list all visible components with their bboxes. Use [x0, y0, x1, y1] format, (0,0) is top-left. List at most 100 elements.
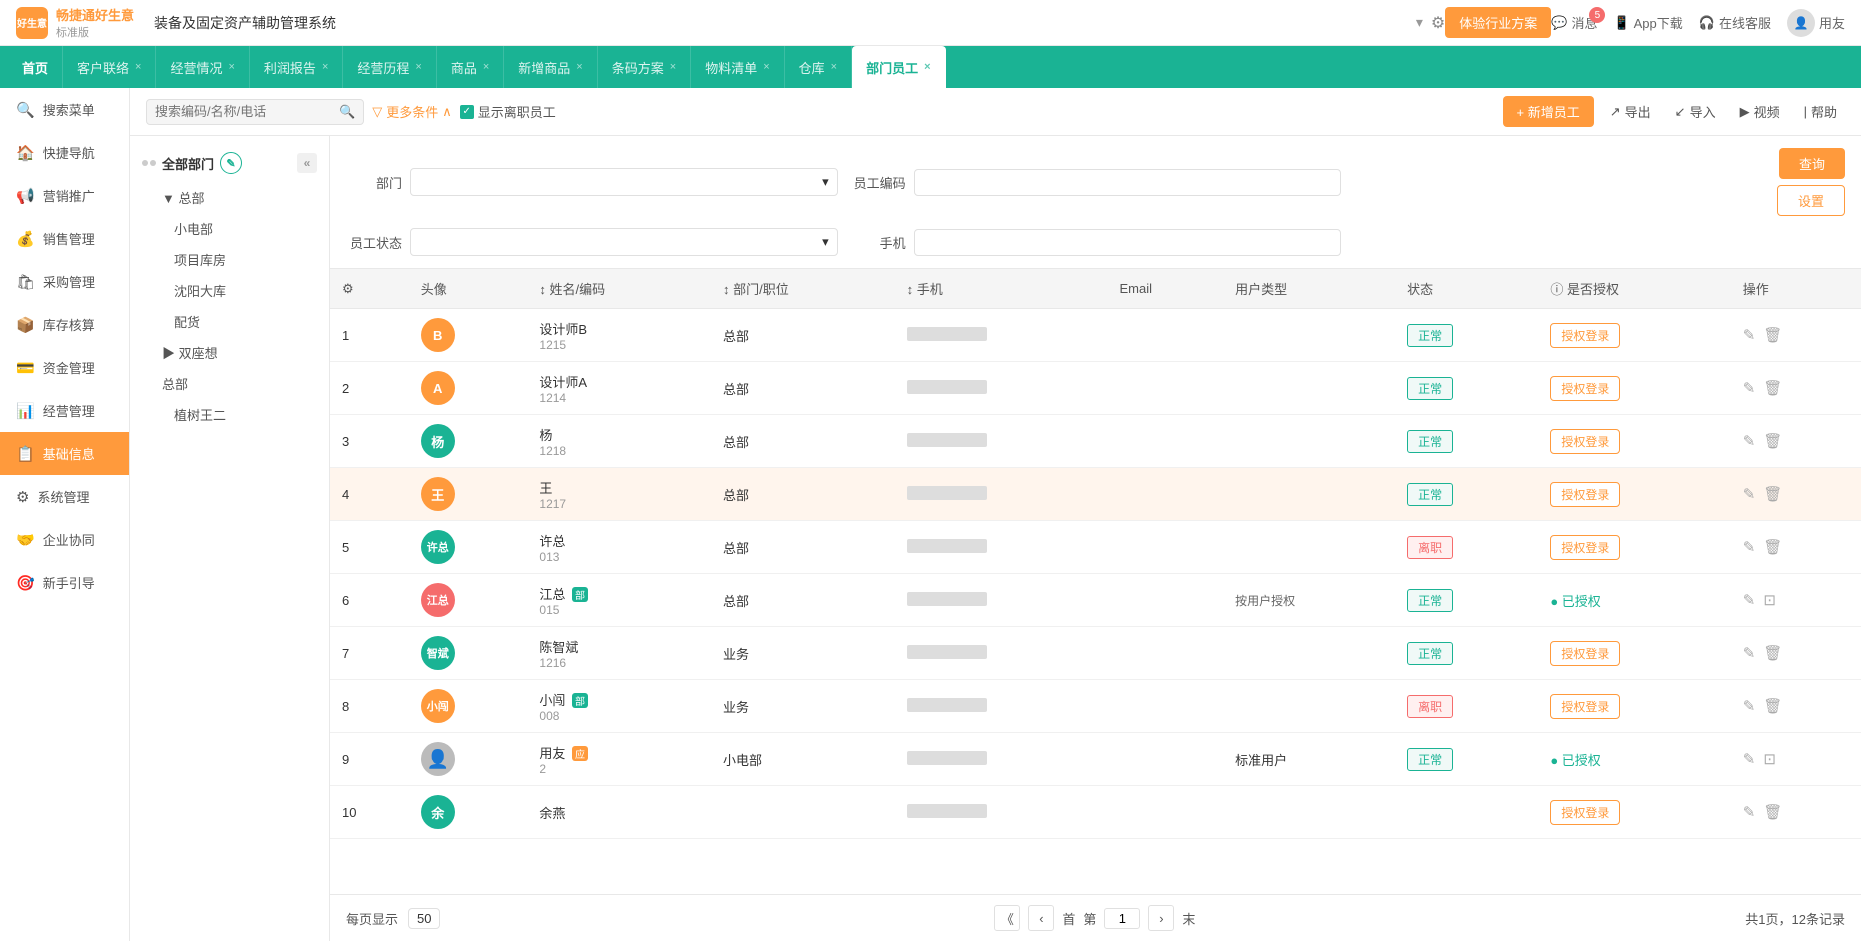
tree-node-zhishu[interactable]: 植树王二: [130, 399, 329, 430]
tab-profit[interactable]: 利润报告 ×: [250, 46, 343, 88]
sidebar-item-nav[interactable]: 🏠 快捷导航: [0, 131, 129, 174]
edit-icon[interactable]: ✎: [1743, 485, 1756, 503]
edit-icon[interactable]: ✎: [1743, 538, 1756, 556]
sidebar-item-guide[interactable]: 🎯 新手引导: [0, 561, 129, 604]
col-name[interactable]: ↕ 姓名/编码: [527, 269, 711, 309]
close-icon[interactable]: ×: [322, 61, 328, 73]
edit-icon[interactable]: ✎: [1743, 379, 1756, 397]
delete-icon[interactable]: 🗑: [1763, 379, 1782, 397]
status-select[interactable]: ▾: [410, 228, 838, 256]
delete-icon[interactable]: 🗑: [1763, 326, 1782, 344]
trial-button[interactable]: 体验行业方案: [1445, 7, 1551, 38]
edit-icon[interactable]: ✎: [1743, 644, 1756, 662]
tab-employee[interactable]: 部门员工 ×: [852, 46, 945, 88]
tree-node-project[interactable]: 项目库房: [130, 244, 329, 275]
close-icon[interactable]: ×: [576, 61, 582, 73]
sidebar-item-search[interactable]: 🔍 搜索菜单: [0, 88, 129, 131]
search-input[interactable]: [155, 104, 335, 119]
tree-node-zongbu2[interactable]: 总部: [130, 368, 329, 399]
prev-page-btn[interactable]: ‹: [1028, 905, 1054, 931]
tab-home[interactable]: 首页: [8, 46, 63, 88]
auth-login-button[interactable]: 授权登录: [1550, 376, 1620, 401]
delete-icon[interactable]: 🗑: [1763, 432, 1782, 450]
sidebar-item-purchase[interactable]: 🛍 采购管理: [0, 260, 129, 303]
sidebar-item-inventory[interactable]: 📦 库存核算: [0, 303, 129, 346]
per-page-value[interactable]: 50: [408, 908, 440, 929]
app-download-item[interactable]: 📱 App下载: [1613, 13, 1682, 32]
tree-node-xiaodian[interactable]: 小电部: [130, 213, 329, 244]
tab-bom[interactable]: 物料清单 ×: [691, 46, 784, 88]
sidebar-item-system[interactable]: ⚙ 系统管理: [0, 475, 129, 518]
tree-node-shuangzuo[interactable]: ▶ 双座想: [130, 337, 329, 368]
sidebar-item-finance[interactable]: 💳 资金管理: [0, 346, 129, 389]
more-filter-btn[interactable]: ▽ 更多条件 ∧: [372, 102, 452, 121]
delete-icon[interactable]: 🗑: [1763, 803, 1782, 821]
edit-icon[interactable]: ✎: [1743, 326, 1756, 344]
empcode-input[interactable]: [914, 169, 1342, 196]
delete-icon[interactable]: 🗑: [1763, 697, 1782, 715]
settings-icon[interactable]: ⚙: [1431, 13, 1445, 33]
close-icon[interactable]: ×: [135, 61, 141, 73]
page-number-input[interactable]: [1104, 908, 1140, 929]
tab-customer[interactable]: 客户联络 ×: [63, 46, 156, 88]
sidebar-item-sales[interactable]: 💰 销售管理: [0, 217, 129, 260]
col-dept[interactable]: ↕ 部门/职位: [711, 269, 895, 309]
tab-barcode[interactable]: 条码方案 ×: [598, 46, 691, 88]
sidebar-item-marketing[interactable]: 📢 营销推广: [0, 174, 129, 217]
add-employee-button[interactable]: + 新增员工: [1503, 96, 1594, 127]
sidebar-item-basic[interactable]: 📋 基础信息: [0, 432, 129, 475]
export-btn[interactable]: ↗ 导出: [1602, 98, 1659, 125]
sidebar-item-management[interactable]: 📊 经营管理: [0, 389, 129, 432]
delete-icon[interactable]: 🗑: [1763, 538, 1782, 556]
edit-icon[interactable]: ✎: [1743, 803, 1756, 821]
tab-goods[interactable]: 商品 ×: [437, 46, 504, 88]
tree-node-shenyang[interactable]: 沈阳大库: [130, 275, 329, 306]
edit-icon[interactable]: ✎: [1743, 697, 1756, 715]
close-icon[interactable]: ×: [415, 61, 421, 73]
col-phone[interactable]: ↕ 手机: [895, 269, 1108, 309]
message-item[interactable]: 💬 消息 5: [1551, 13, 1597, 32]
view-btn[interactable]: ▶ 视频: [1732, 98, 1788, 125]
next-page-btn[interactable]: ›: [1148, 905, 1174, 931]
system-dropdown[interactable]: ▾: [1416, 14, 1423, 31]
tab-operation[interactable]: 经营情况 ×: [156, 46, 249, 88]
tree-node-zongbu[interactable]: ▼ 总部: [130, 182, 329, 213]
auth-login-button[interactable]: 授权登录: [1550, 800, 1620, 825]
reset-button[interactable]: 设置: [1777, 185, 1845, 216]
auth-login-button[interactable]: 授权登录: [1550, 641, 1620, 666]
show-resigned-toggle[interactable]: ✓ 显示离职员工: [460, 102, 556, 121]
copy-icon[interactable]: ⊡: [1763, 750, 1776, 768]
tab-add-goods[interactable]: 新增商品 ×: [504, 46, 597, 88]
auth-login-button[interactable]: 授权登录: [1550, 482, 1620, 507]
help-btn[interactable]: | 帮助: [1796, 98, 1845, 125]
online-service-item[interactable]: 🎧 在线客服: [1699, 13, 1771, 32]
delete-icon[interactable]: 🗑: [1763, 644, 1782, 662]
collapse-btn[interactable]: «: [297, 153, 317, 173]
close-icon[interactable]: ×: [670, 61, 676, 73]
auth-login-button[interactable]: 授权登录: [1550, 429, 1620, 454]
query-button[interactable]: 查询: [1779, 148, 1845, 179]
close-icon[interactable]: ×: [831, 61, 837, 73]
phone-input[interactable]: [914, 229, 1342, 256]
copy-icon[interactable]: ⊡: [1763, 591, 1776, 609]
edit-icon[interactable]: ✎: [1743, 432, 1756, 450]
edit-icon[interactable]: ✎: [1743, 750, 1756, 768]
auth-login-button[interactable]: 授权登录: [1550, 694, 1620, 719]
sidebar-item-collab[interactable]: 🤝 企业协同: [0, 518, 129, 561]
tab-warehouse[interactable]: 仓库 ×: [785, 46, 852, 88]
auth-login-button[interactable]: 授权登录: [1550, 323, 1620, 348]
delete-icon[interactable]: 🗑: [1763, 485, 1782, 503]
import-btn[interactable]: ↙ 导入: [1667, 98, 1724, 125]
close-icon[interactable]: ×: [763, 61, 769, 73]
close-icon[interactable]: ×: [228, 61, 234, 73]
close-icon[interactable]: ×: [924, 61, 930, 73]
edit-icon[interactable]: ✎: [1743, 591, 1756, 609]
tab-history[interactable]: 经营历程 ×: [343, 46, 436, 88]
first-page-btn[interactable]: 《: [994, 905, 1020, 931]
dept-select[interactable]: ▾: [410, 168, 838, 196]
close-icon[interactable]: ×: [483, 61, 489, 73]
tree-node-peihuo[interactable]: 配货: [130, 306, 329, 337]
user-item[interactable]: 👤 用友: [1787, 9, 1845, 37]
col-settings[interactable]: ⚙: [330, 269, 409, 309]
auth-login-button[interactable]: 授权登录: [1550, 535, 1620, 560]
